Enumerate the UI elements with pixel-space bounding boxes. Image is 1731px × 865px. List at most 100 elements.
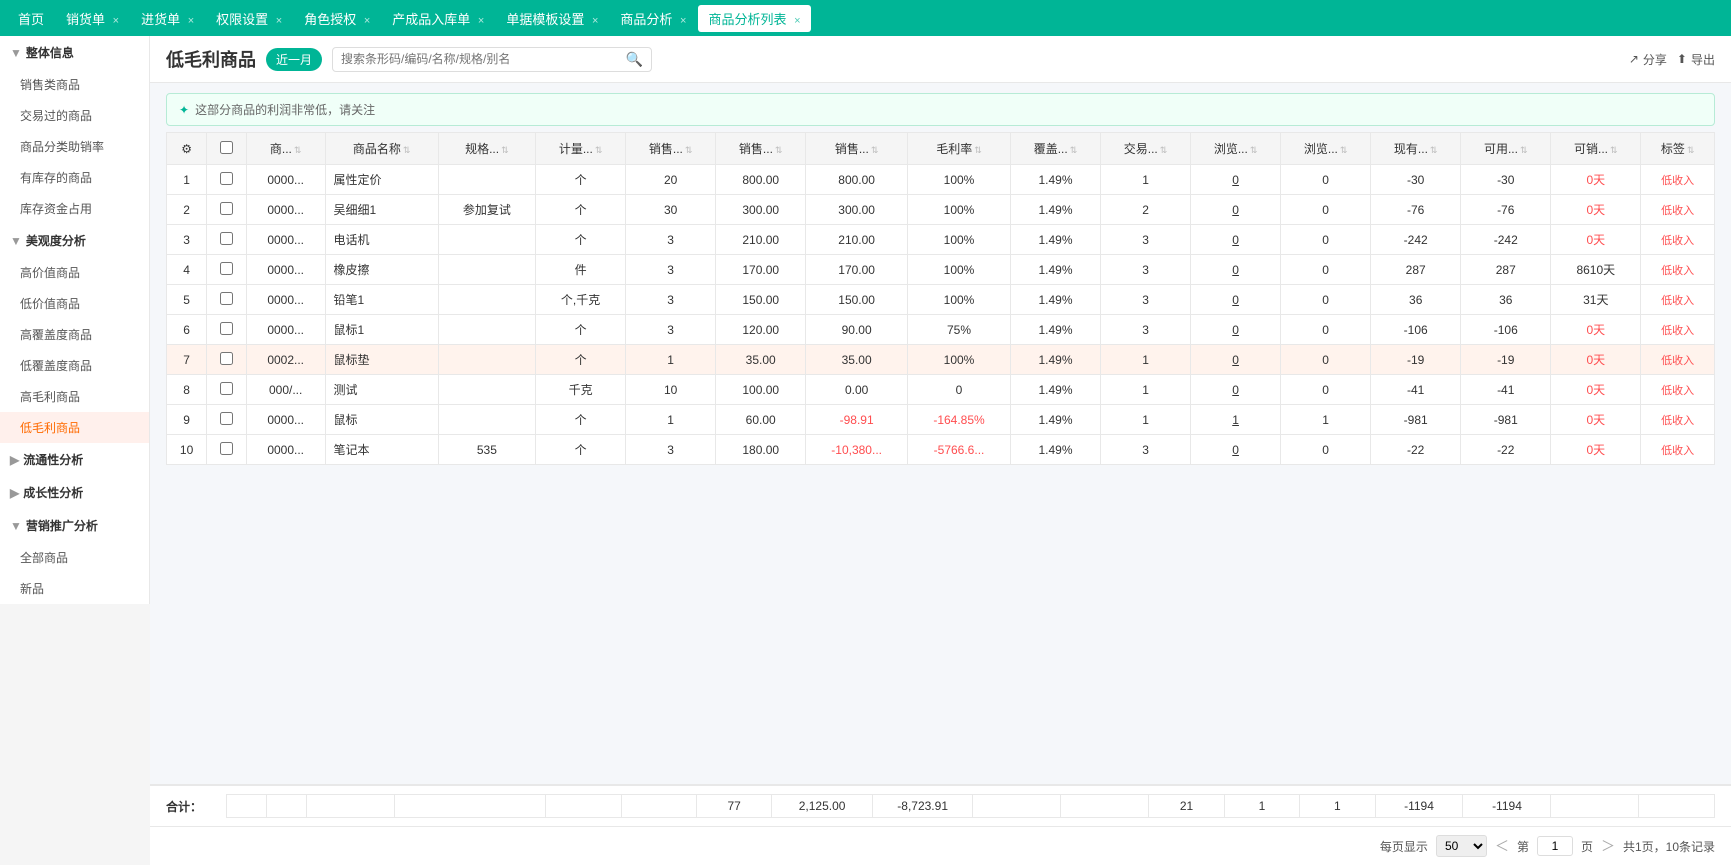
col-unit[interactable]: 计量...⇅ — [536, 133, 626, 165]
col-current[interactable]: 现有...⇅ — [1371, 133, 1461, 165]
search-icon[interactable]: 🔍 — [626, 51, 643, 68]
date-filter-button[interactable]: 近一月 — [266, 48, 322, 71]
row-view1[interactable]: 0 — [1191, 315, 1281, 345]
share-button[interactable]: ↗ 分享 — [1629, 51, 1667, 68]
nav-product-entry[interactable]: 产成品入库单 × — [382, 5, 494, 32]
row-saleable: 0天 — [1551, 195, 1641, 225]
sidebar-group-overall-label: 整体信息 — [26, 44, 74, 61]
prev-page-button[interactable]: ＜ — [1495, 836, 1509, 856]
row-checkbox[interactable] — [207, 165, 247, 195]
col-view2[interactable]: 浏览...⇅ — [1281, 133, 1371, 165]
col-saleable[interactable]: 可销...⇅ — [1551, 133, 1641, 165]
row-view1[interactable]: 0 — [1191, 375, 1281, 405]
nav-template[interactable]: 单据模板设置 × — [496, 5, 608, 32]
row-select-checkbox[interactable] — [220, 232, 233, 245]
close-goods-list-icon[interactable]: × — [794, 15, 800, 27]
row-checkbox[interactable] — [207, 195, 247, 225]
close-sales-icon[interactable]: × — [113, 15, 119, 27]
col-gross-rate[interactable]: 毛利率⇅ — [908, 133, 1011, 165]
row-select-checkbox[interactable] — [220, 172, 233, 185]
col-setting[interactable]: ⚙ — [167, 133, 207, 165]
col-transaction[interactable]: 交易...⇅ — [1101, 133, 1191, 165]
row-view1[interactable]: 0 — [1191, 435, 1281, 465]
sidebar-item-low-coverage[interactable]: 低覆盖度商品 — [0, 350, 149, 381]
row-select-checkbox[interactable] — [220, 322, 233, 335]
row-view1[interactable]: 0 — [1191, 255, 1281, 285]
sidebar-item-low-margin[interactable]: 低毛利商品 — [0, 412, 149, 443]
row-checkbox[interactable] — [207, 225, 247, 255]
sidebar-item-high-margin[interactable]: 高毛利商品 — [0, 381, 149, 412]
sidebar-group-marketing[interactable]: ▼ 营销推广分析 — [0, 509, 149, 542]
row-select-checkbox[interactable] — [220, 412, 233, 425]
close-template-icon[interactable]: × — [592, 15, 598, 27]
nav-goods-analysis-list[interactable]: 商品分析列表 × — [698, 5, 810, 32]
sidebar-item-high-value[interactable]: 高价值商品 — [0, 257, 149, 288]
row-view1[interactable]: 1 — [1191, 405, 1281, 435]
row-view1[interactable]: 0 — [1191, 165, 1281, 195]
sidebar-item-sales-goods[interactable]: 销售类商品 — [0, 69, 149, 100]
nav-home[interactable]: 首页 — [8, 5, 54, 32]
row-view1[interactable]: 0 — [1191, 345, 1281, 375]
col-usable[interactable]: 可用...⇅ — [1461, 133, 1551, 165]
nav-role-auth[interactable]: 角色授权 × — [294, 5, 380, 32]
per-page-select[interactable]: 50 100 200 — [1436, 835, 1487, 857]
row-select-checkbox[interactable] — [220, 352, 233, 365]
table-container[interactable]: ⚙ 商...⇅ 商品名称⇅ 规格...⇅ 计量...⇅ 销售...⇅ 销售...… — [166, 132, 1715, 784]
sidebar-item-low-value[interactable]: 低价值商品 — [0, 288, 149, 319]
select-all-checkbox[interactable] — [220, 141, 233, 154]
sidebar-group-beauty[interactable]: ▼ 美观度分析 — [0, 224, 149, 257]
sidebar-item-all-goods[interactable]: 全部商品 — [0, 542, 149, 573]
col-spec[interactable]: 规格...⇅ — [438, 133, 535, 165]
row-select-checkbox[interactable] — [220, 382, 233, 395]
nav-sales[interactable]: 销货单 × — [56, 5, 129, 32]
sidebar-group-overall[interactable]: ▼ 整体信息 — [0, 36, 149, 69]
close-role-icon[interactable]: × — [364, 15, 370, 27]
row-view1[interactable]: 0 — [1191, 225, 1281, 255]
sidebar-group-circulation[interactable]: ▶ 流通性分析 — [0, 443, 149, 476]
nav-goods-analysis[interactable]: 商品分析 × — [610, 5, 696, 32]
col-view1[interactable]: 浏览...⇅ — [1191, 133, 1281, 165]
col-sale-qty[interactable]: 销售...⇅ — [626, 133, 716, 165]
row-checkbox[interactable] — [207, 405, 247, 435]
row-select-checkbox[interactable] — [220, 202, 233, 215]
close-product-icon[interactable]: × — [478, 15, 484, 27]
nav-purchase[interactable]: 进货单 × — [131, 5, 204, 32]
row-checkbox[interactable] — [207, 345, 247, 375]
row-current: 36 — [1371, 285, 1461, 315]
sidebar-item-capital-usage[interactable]: 库存资金占用 — [0, 193, 149, 224]
col-sale-amt[interactable]: 销售...⇅ — [716, 133, 806, 165]
col-name[interactable]: 商品名称⇅ — [325, 133, 438, 165]
col-sale-profit[interactable]: 销售...⇅ — [806, 133, 908, 165]
row-checkbox[interactable] — [207, 285, 247, 315]
close-permissions-icon[interactable]: × — [276, 15, 282, 27]
row-saleable: 0天 — [1551, 225, 1641, 255]
sidebar-group-growth[interactable]: ▶ 成长性分析 — [0, 476, 149, 509]
row-code: 0000... — [246, 255, 325, 285]
row-checkbox[interactable] — [207, 315, 247, 345]
row-select-checkbox[interactable] — [220, 292, 233, 305]
sidebar-item-new-goods[interactable]: 新品 — [0, 573, 149, 604]
col-coverage[interactable]: 覆盖...⇅ — [1010, 133, 1100, 165]
row-view1[interactable]: 0 — [1191, 195, 1281, 225]
col-tag[interactable]: 标签⇅ — [1641, 133, 1715, 165]
sidebar-item-traded-goods[interactable]: 交易过的商品 — [0, 100, 149, 131]
row-select-checkbox[interactable] — [220, 442, 233, 455]
row-view1[interactable]: 0 — [1191, 285, 1281, 315]
row-checkbox[interactable] — [207, 435, 247, 465]
page-number-input[interactable] — [1537, 836, 1573, 856]
row-checkbox[interactable] — [207, 375, 247, 405]
export-button[interactable]: ⬆ 导出 — [1677, 51, 1715, 68]
col-code[interactable]: 商...⇅ — [246, 133, 325, 165]
next-page-button[interactable]: ＞ — [1601, 836, 1615, 856]
sidebar-item-category-rate[interactable]: 商品分类助销率 — [0, 131, 149, 162]
col-checkbox[interactable] — [207, 133, 247, 165]
close-goods-icon[interactable]: × — [680, 15, 686, 27]
row-select-checkbox[interactable] — [220, 262, 233, 275]
sidebar-item-high-coverage[interactable]: 高覆盖度商品 — [0, 319, 149, 350]
sidebar-item-inventory-goods[interactable]: 有库存的商品 — [0, 162, 149, 193]
row-checkbox[interactable] — [207, 255, 247, 285]
search-input[interactable] — [341, 52, 626, 66]
nav-permissions[interactable]: 权限设置 × — [206, 5, 292, 32]
close-purchase-icon[interactable]: × — [188, 15, 194, 27]
page-label: 第 — [1517, 838, 1529, 855]
